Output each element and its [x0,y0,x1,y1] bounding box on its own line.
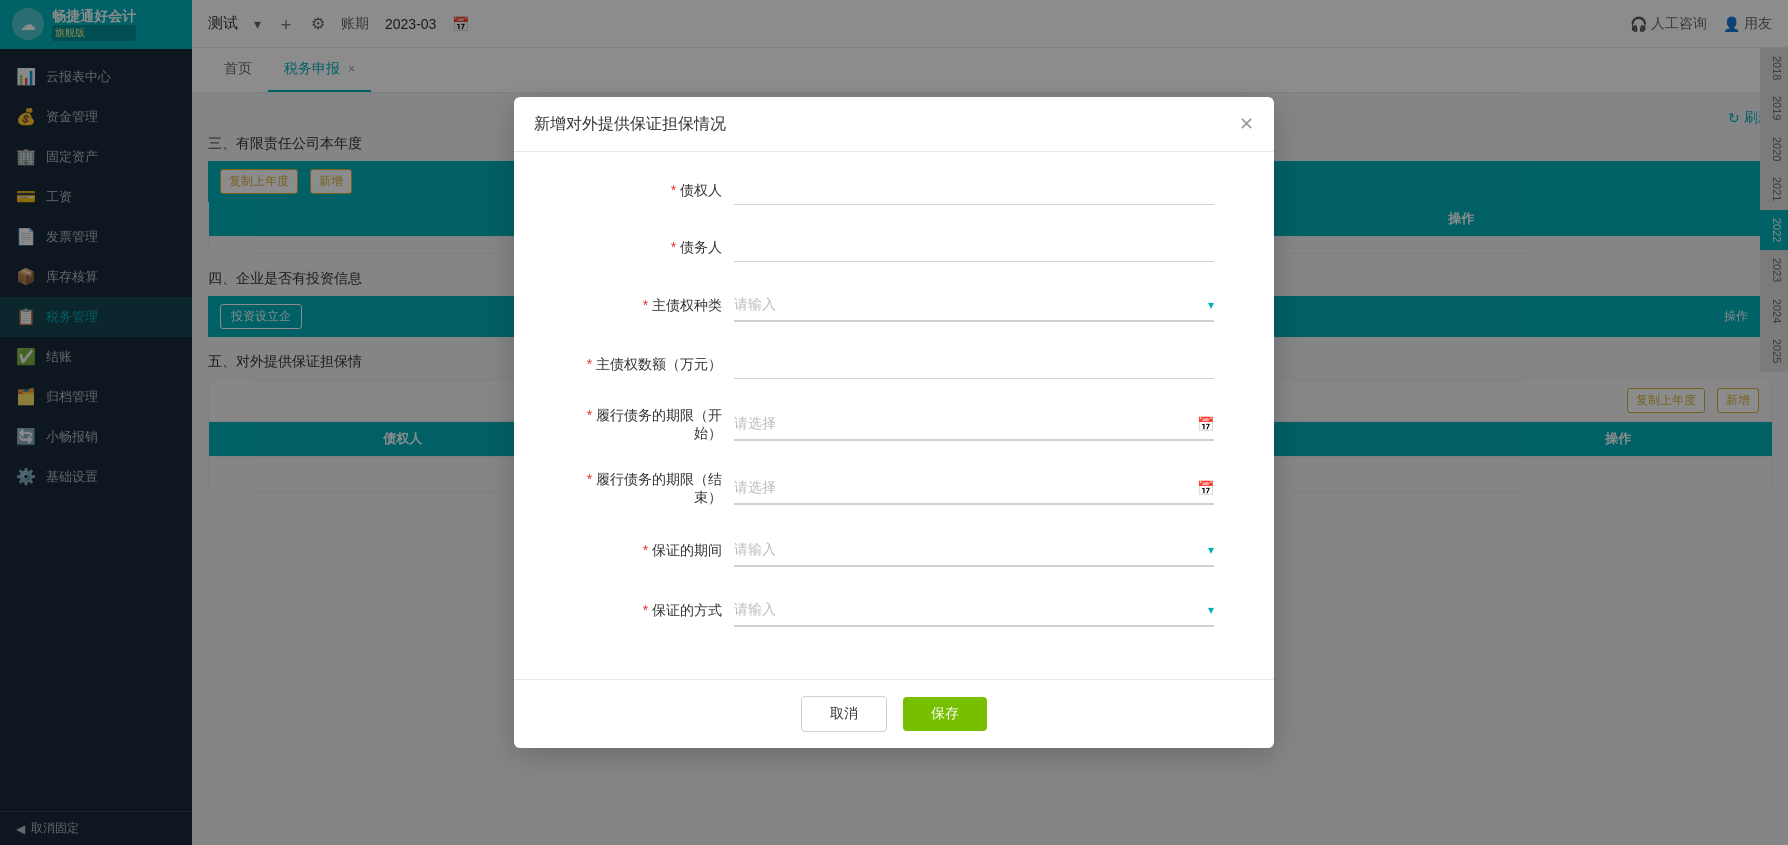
form-row-debtor: * 债务人 [574,233,1214,262]
required-star-creditor: * [671,182,676,198]
required-star-guarantee-method: * [643,602,648,618]
input-claim-amount[interactable] [734,350,1214,379]
required-star-debtor: * [671,239,676,255]
select-guarantee-period[interactable]: 请输入 ▾ [734,535,1214,566]
form-row-claim-amount: * 主债权数额（万元） [574,350,1214,379]
form-row-guarantee-period: * 保证的期间 请输入 ▾ [574,535,1214,567]
cancel-button[interactable]: 取消 [801,696,887,732]
select-guarantee-method[interactable]: 请输入 ▾ [734,595,1214,626]
save-button[interactable]: 保存 [903,697,987,731]
label-guarantee-period: * 保证的期间 [574,542,734,560]
calendar-icon-end: 📅 [1197,480,1214,496]
label-text-claim-amount: 主债权数额（万元） [596,356,722,372]
label-text-period-end: 履行债务的期限（结束） [596,471,722,505]
control-guarantee-method: 请输入 ▾ [734,595,1214,627]
label-guarantee-method: * 保证的方式 [574,602,734,620]
dialog-footer: 取消 保存 [514,679,1274,748]
select-placeholder-guarantee-method: 请输入 [734,601,776,619]
required-star-guarantee-period: * [643,542,648,558]
control-creditor [734,176,1214,205]
label-text-guarantee-method: 保证的方式 [652,602,722,618]
form-row-period-start: * 履行债务的期限（开始） 请选择 📅 [574,407,1214,443]
dialog-header: 新增对外提供保证担保情况 ✕ [514,97,1274,152]
date-placeholder-start: 请选择 [734,415,776,433]
control-period-end: 请选择 📅 [734,473,1214,505]
dialog-close-button[interactable]: ✕ [1239,113,1254,135]
required-star-claim-amount: * [587,356,592,372]
select-claim-type[interactable]: 请输入 ▾ [734,290,1214,321]
input-debtor[interactable] [734,233,1214,262]
chevron-down-icon-guarantee-method: ▾ [1208,603,1214,617]
label-text-guarantee-period: 保证的期间 [652,542,722,558]
label-text-period-start: 履行债务的期限（开始） [596,407,722,441]
dialog: 新增对外提供保证担保情况 ✕ * 债权人 * 债务人 [514,97,1274,748]
date-picker-start[interactable]: 请选择 📅 [734,409,1214,440]
label-period-end: * 履行债务的期限（结束） [574,471,734,507]
label-period-start: * 履行债务的期限（开始） [574,407,734,443]
select-placeholder-claim-type: 请输入 [734,296,776,314]
label-text-creditor: 债权人 [680,182,722,198]
label-claim-type: * 主债权种类 [574,297,734,315]
calendar-icon-start: 📅 [1197,416,1214,432]
control-guarantee-period: 请输入 ▾ [734,535,1214,567]
label-creditor: * 债权人 [574,182,734,200]
form-row-guarantee-method: * 保证的方式 请输入 ▾ [574,595,1214,627]
required-star-period-start: * [587,407,592,423]
date-picker-end[interactable]: 请选择 📅 [734,473,1214,504]
form-row-creditor: * 债权人 [574,176,1214,205]
required-star-period-end: * [587,471,592,487]
control-period-start: 请选择 📅 [734,409,1214,441]
form-row-claim-type: * 主债权种类 请输入 ▾ [574,290,1214,322]
chevron-down-icon-guarantee-period: ▾ [1208,543,1214,557]
label-text-debtor: 债务人 [680,239,722,255]
dialog-overlay: 新增对外提供保证担保情况 ✕ * 债权人 * 债务人 [0,0,1788,845]
label-claim-amount: * 主债权数额（万元） [574,356,734,374]
label-text-claim-type: 主债权种类 [652,297,722,313]
control-debtor [734,233,1214,262]
dialog-body: * 债权人 * 债务人 * [514,152,1274,679]
label-debtor: * 债务人 [574,239,734,257]
required-star-claim-type: * [643,297,648,313]
chevron-down-icon-claim-type: ▾ [1208,298,1214,312]
form-row-period-end: * 履行债务的期限（结束） 请选择 📅 [574,471,1214,507]
select-placeholder-guarantee-period: 请输入 [734,541,776,559]
input-creditor[interactable] [734,176,1214,205]
dialog-title: 新增对外提供保证担保情况 [534,114,726,135]
date-placeholder-end: 请选择 [734,479,776,497]
control-claim-type: 请输入 ▾ [734,290,1214,322]
control-claim-amount [734,350,1214,379]
